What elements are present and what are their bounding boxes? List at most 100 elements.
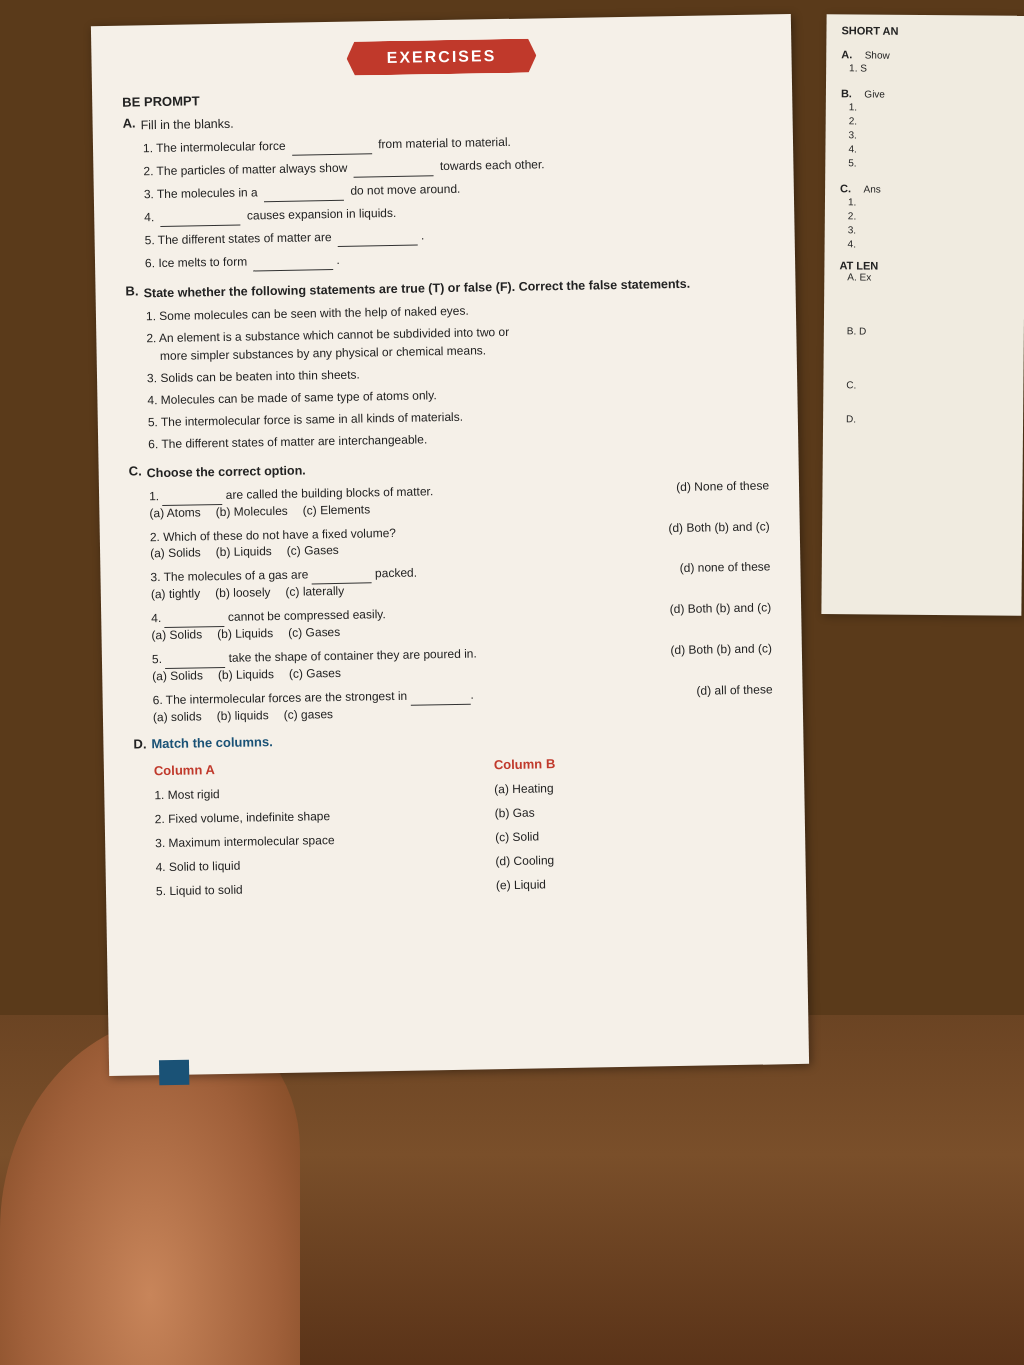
section-c: C. Choose the correct option. 1. are cal… (129, 452, 773, 724)
right-section-a-item-1: 1. S (841, 62, 1011, 74)
right-section-c: C. Ans 1. 2. 3. 4. (840, 178, 1011, 250)
blank-1a (292, 135, 372, 155)
right-c-4: 4. (840, 238, 1010, 250)
section-c-label: C. (129, 463, 142, 478)
col-b-item-3: (c) Solid (495, 823, 775, 846)
blank-3a (264, 182, 344, 202)
blank-c5 (165, 649, 225, 669)
at-len-c: C. (838, 379, 1008, 391)
right-section-b-text: Give (856, 88, 885, 99)
right-section-a: A. Show 1. S (841, 44, 1011, 74)
right-b-4: 4. (840, 143, 1010, 155)
column-b-header: Column B (494, 752, 774, 772)
section-a: A. Fill in the blanks. 1. The intermolec… (122, 104, 765, 273)
choose-item-5: 5. take the shape of container they are … (132, 639, 772, 683)
col-b-item-5: (e) Liquid (496, 871, 776, 894)
choose-q2-b: (b) Liquids (216, 544, 272, 559)
choose-q6-b: (b) liquids (217, 708, 269, 723)
column-a-header: Column A (154, 758, 434, 778)
section-d-instruction: Match the columns. (151, 734, 273, 751)
right-b-2: 2. (841, 115, 1011, 127)
at-len-a: A. Ex (839, 271, 1009, 283)
choose-q1-d: (d) None of these (676, 476, 769, 496)
blank-6a (253, 251, 333, 271)
col-b-item-1: (a) Heating (494, 775, 774, 798)
choose-item-4: 4. cannot be compressed easily. (d) Both… (131, 598, 771, 642)
choose-q3-c: (c) laterally (285, 584, 344, 599)
col-a-item-2: 2. Fixed volume, indefinite shape (155, 805, 435, 828)
choose-q5-abc: (a) Solids (b) Liquids (c) Gases (152, 666, 341, 683)
right-section-c-text: Ans (856, 183, 881, 194)
right-c-1: 1. (840, 196, 1010, 208)
choose-q5-d: (d) Both (b) and (c) (670, 639, 772, 659)
tf-item-2: 2. An element is a substance which canno… (126, 318, 767, 365)
choose-q5-b: (b) Liquids (218, 667, 274, 682)
col-a-item-4: 4. Solid to liquid (155, 853, 435, 876)
exercises-title: EXERCISES (346, 38, 536, 75)
section-a-instruction: Fill in the blanks. (140, 114, 233, 136)
choose-q1-a: (a) Atoms (149, 505, 201, 520)
page-container: SHORT AN A. Show 1. S B. Give 1. 2. 3. 4… (0, 0, 1024, 1365)
choose-q6-abc: (a) solids (b) liquids (c) gases (153, 707, 333, 724)
col-b-item-2: (b) Gas (495, 799, 775, 822)
column-b: Column B (a) Heating (b) Gas (c) Solid (… (494, 752, 776, 900)
choose-q4-d: (d) Both (b) and (c) (670, 598, 772, 618)
right-page: SHORT AN A. Show 1. S B. Give 1. 2. 3. 4… (821, 14, 1024, 616)
blank-c4 (164, 608, 224, 628)
right-c-2: 2. (840, 210, 1010, 222)
col-a-item-5: 5. Liquid to solid (156, 877, 436, 900)
choose-q5-a: (a) Solids (152, 668, 203, 683)
section-a-label: A. (122, 115, 135, 130)
blue-tab (159, 1060, 189, 1086)
right-section-c-label: C. (840, 182, 851, 194)
blank-c3 (312, 564, 372, 584)
choose-q2-a: (a) Solids (150, 545, 201, 560)
section-b: B. State whether the following statement… (125, 272, 768, 453)
choose-q3-d: (d) none of these (680, 557, 771, 577)
choose-q2-abc: (a) Solids (b) Liquids (c) Gases (150, 543, 339, 560)
section-b-label: B. (125, 283, 138, 298)
right-b-1: 1. (841, 101, 1011, 113)
match-columns: Column A 1. Most rigid 2. Fixed volume, … (134, 752, 776, 906)
right-b-5: 5. (840, 157, 1010, 169)
col-b-item-4: (d) Cooling (495, 847, 775, 870)
main-page: EXERCISES BE PROMPT A. Fill in the blank… (91, 14, 809, 1076)
choose-item-3: 3. The molecules of a gas are packed. (d… (130, 557, 770, 601)
right-c-3: 3. (840, 224, 1010, 236)
at-len-b: B. D (839, 325, 1009, 337)
col-a-item-1: 1. Most rigid (154, 781, 434, 804)
blank-2a (353, 157, 433, 177)
choose-q3-b: (b) loosely (215, 585, 271, 600)
choose-q1-b: (b) Molecules (216, 504, 288, 519)
choose-q6-a: (a) solids (153, 709, 202, 724)
section-c-instruction: Choose the correct option. (147, 461, 306, 484)
choose-q5-c: (c) Gases (289, 666, 341, 681)
choose-q2-d: (d) Both (b) and (c) (668, 517, 770, 537)
choose-q3-abc: (a) tightly (b) loosely (c) laterally (151, 584, 345, 601)
right-section-a-text: Show (857, 49, 890, 60)
blank-c6 (410, 686, 470, 706)
right-page-header: SHORT AN (841, 24, 1011, 37)
right-section-b: B. Give 1. 2. 3. 4. 5. (840, 83, 1011, 169)
choose-item-1: 1. are called the building blocks of mat… (129, 476, 769, 520)
col-a-item-3: 3. Maximum intermolecular space (155, 829, 435, 852)
choose-item-6: 6. The intermolecular forces are the str… (133, 680, 773, 724)
choose-q6-c: (c) gases (284, 707, 334, 722)
section-d: D. Match the columns. Column A 1. Most r… (133, 725, 776, 906)
at-len-d: D. (838, 413, 1008, 425)
choose-q6-d: (d) all of these (696, 680, 772, 699)
blank-5a (338, 227, 418, 247)
choose-item-2: 2. Which of these do not have a fixed vo… (130, 517, 770, 560)
choose-q1-c: (c) Elements (303, 502, 371, 517)
choose-q4-abc: (a) Solids (b) Liquids (c) Gases (151, 625, 340, 642)
blank-c1 (162, 486, 222, 506)
exercises-banner: EXERCISES (121, 34, 761, 79)
choose-q2-c: (c) Gases (287, 543, 339, 558)
choose-q4-b: (b) Liquids (217, 626, 273, 641)
choose-q3-a: (a) tightly (151, 586, 201, 601)
column-a: Column A 1. Most rigid 2. Fixed volume, … (154, 758, 436, 906)
right-b-3: 3. (841, 129, 1011, 141)
section-d-label: D. (133, 736, 146, 751)
right-section-b-label: B. (841, 87, 852, 99)
choose-q1-abc: (a) Atoms (b) Molecules (c) Elements (149, 502, 370, 520)
